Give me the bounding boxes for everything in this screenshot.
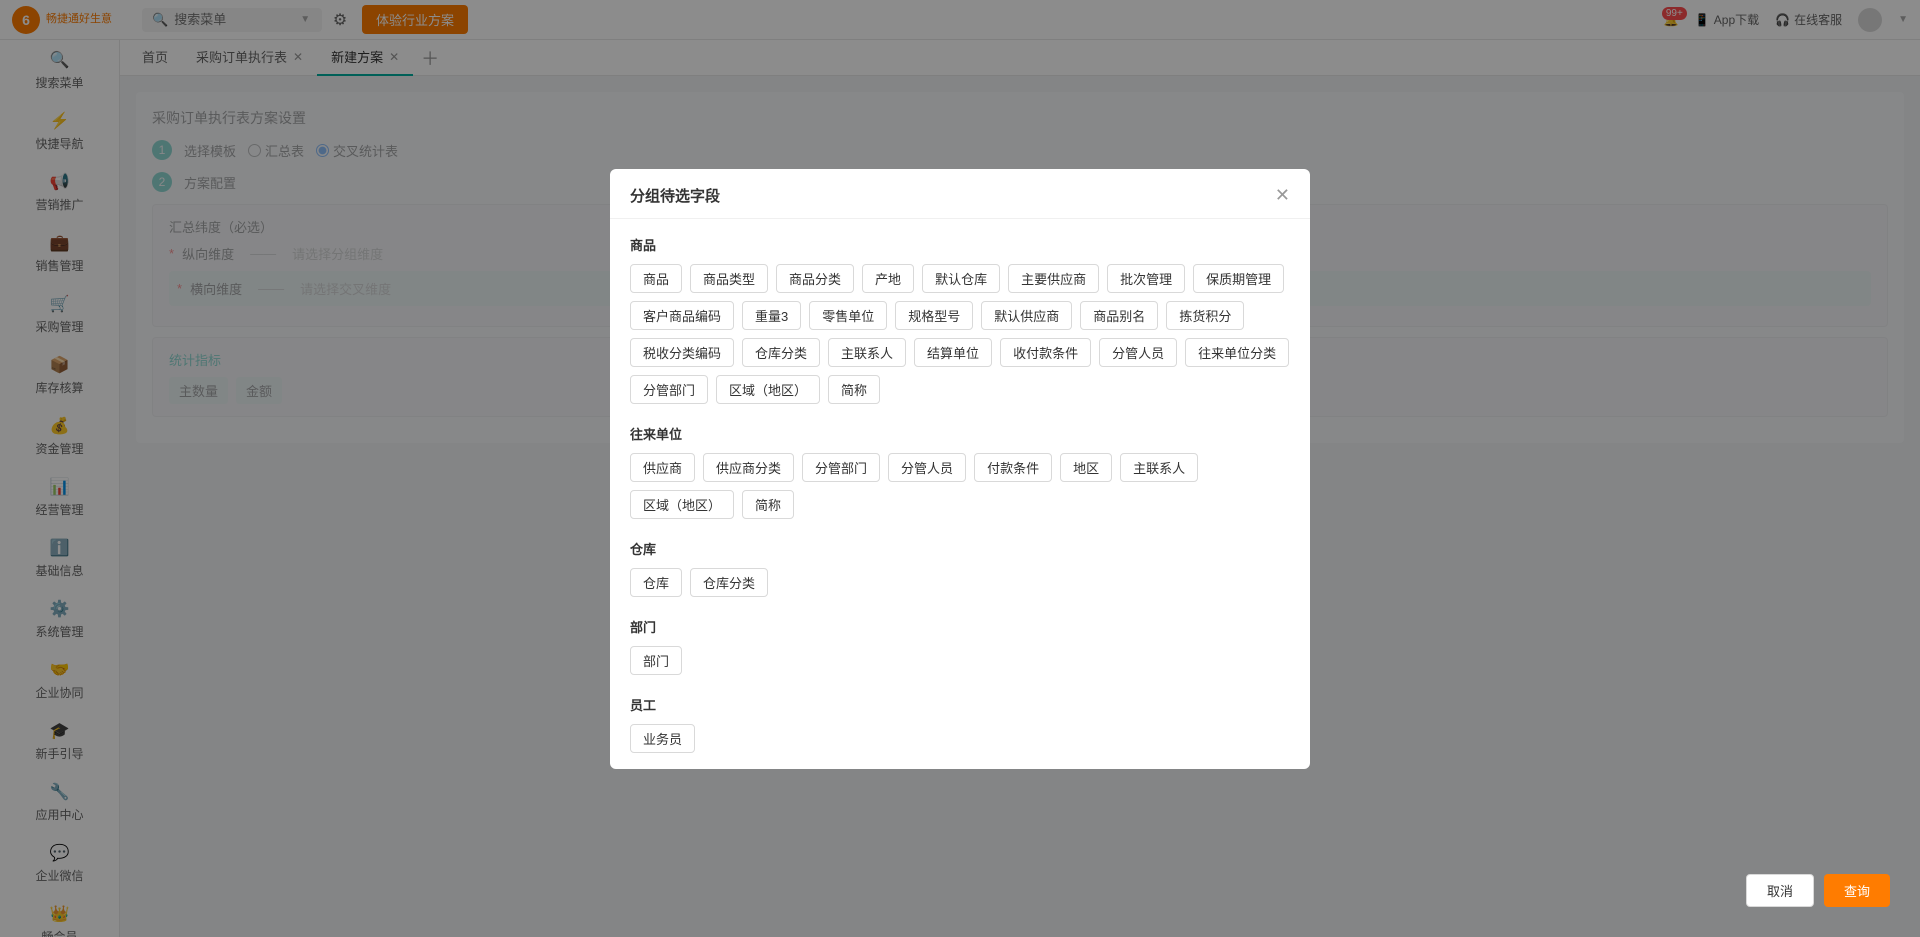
tag-goods-6[interactable]: 批次管理	[1107, 264, 1185, 293]
modal-header: 分组待选字段 ✕	[610, 169, 1310, 219]
tag-staff-0[interactable]: 业务员	[630, 724, 695, 753]
tag-goods-18[interactable]: 结算单位	[914, 338, 992, 367]
goods-tags: 商品 商品类型 商品分类 产地 默认仓库 主要供应商 批次管理 保质期管理 客户…	[630, 264, 1290, 404]
tag-wh-1[interactable]: 仓库分类	[690, 568, 768, 597]
cancel-button[interactable]: 取消	[1746, 874, 1814, 907]
confirm-button[interactable]: 查询	[1824, 874, 1890, 907]
tag-cp-5[interactable]: 地区	[1060, 453, 1112, 482]
section-warehouse: 仓库 仓库 仓库分类	[630, 539, 1290, 597]
staff-tags: 业务员	[630, 724, 1290, 753]
section-staff-title: 员工	[630, 695, 1290, 714]
tag-goods-0[interactable]: 商品	[630, 264, 682, 293]
modal-title: 分组待选字段	[630, 185, 720, 206]
modal-overlay: 分组待选字段 ✕ 商品 商品 商品类型 商品分类 产地 默认仓库 主要供应商 批…	[0, 0, 1920, 937]
section-staff: 员工 业务员	[630, 695, 1290, 753]
tag-goods-23[interactable]: 区域（地区）	[716, 375, 820, 404]
tag-dept-0[interactable]: 部门	[630, 646, 682, 675]
section-goods: 商品 商品 商品类型 商品分类 产地 默认仓库 主要供应商 批次管理 保质期管理…	[630, 235, 1290, 404]
section-goods-title: 商品	[630, 235, 1290, 254]
tag-cp-2[interactable]: 分管部门	[802, 453, 880, 482]
tag-goods-3[interactable]: 产地	[862, 264, 914, 293]
tag-cp-0[interactable]: 供应商	[630, 453, 695, 482]
tag-cp-8[interactable]: 简称	[742, 490, 794, 519]
tag-cp-1[interactable]: 供应商分类	[703, 453, 794, 482]
counterparty-tags: 供应商 供应商分类 分管部门 分管人员 付款条件 地区 主联系人 区域（地区） …	[630, 453, 1290, 519]
section-dept-title: 部门	[630, 617, 1290, 636]
tag-goods-9[interactable]: 重量3	[742, 301, 801, 330]
tag-goods-14[interactable]: 拣货积分	[1166, 301, 1244, 330]
modal-body: 商品 商品 商品类型 商品分类 产地 默认仓库 主要供应商 批次管理 保质期管理…	[610, 219, 1310, 769]
tag-cp-3[interactable]: 分管人员	[888, 453, 966, 482]
tag-goods-4[interactable]: 默认仓库	[922, 264, 1000, 293]
tag-goods-22[interactable]: 分管部门	[630, 375, 708, 404]
section-counterparty-title: 往来单位	[630, 424, 1290, 443]
modal-close-icon[interactable]: ✕	[1275, 185, 1290, 206]
tag-goods-15[interactable]: 税收分类编码	[630, 338, 734, 367]
tag-goods-11[interactable]: 规格型号	[895, 301, 973, 330]
tag-goods-20[interactable]: 分管人员	[1099, 338, 1177, 367]
tag-goods-5[interactable]: 主要供应商	[1008, 264, 1099, 293]
tag-cp-7[interactable]: 区域（地区）	[630, 490, 734, 519]
tag-goods-7[interactable]: 保质期管理	[1193, 264, 1284, 293]
tag-goods-1[interactable]: 商品类型	[690, 264, 768, 293]
tag-cp-6[interactable]: 主联系人	[1120, 453, 1198, 482]
tag-wh-0[interactable]: 仓库	[630, 568, 682, 597]
tag-goods-19[interactable]: 收付款条件	[1000, 338, 1091, 367]
tag-goods-10[interactable]: 零售单位	[809, 301, 887, 330]
tag-goods-12[interactable]: 默认供应商	[981, 301, 1072, 330]
tag-cp-4[interactable]: 付款条件	[974, 453, 1052, 482]
tag-goods-13[interactable]: 商品别名	[1080, 301, 1158, 330]
tag-goods-17[interactable]: 主联系人	[828, 338, 906, 367]
warehouse-tags: 仓库 仓库分类	[630, 568, 1290, 597]
tag-goods-8[interactable]: 客户商品编码	[630, 301, 734, 330]
tag-goods-2[interactable]: 商品分类	[776, 264, 854, 293]
section-warehouse-title: 仓库	[630, 539, 1290, 558]
tag-goods-21[interactable]: 往来单位分类	[1185, 338, 1289, 367]
modal: 分组待选字段 ✕ 商品 商品 商品类型 商品分类 产地 默认仓库 主要供应商 批…	[610, 169, 1310, 769]
dept-tags: 部门	[630, 646, 1290, 675]
section-dept: 部门 部门	[630, 617, 1290, 675]
section-counterparty: 往来单位 供应商 供应商分类 分管部门 分管人员 付款条件 地区 主联系人 区域…	[630, 424, 1290, 519]
tag-goods-24[interactable]: 简称	[828, 375, 880, 404]
footer-actions: 取消 查询	[1746, 874, 1890, 907]
tag-goods-16[interactable]: 仓库分类	[742, 338, 820, 367]
